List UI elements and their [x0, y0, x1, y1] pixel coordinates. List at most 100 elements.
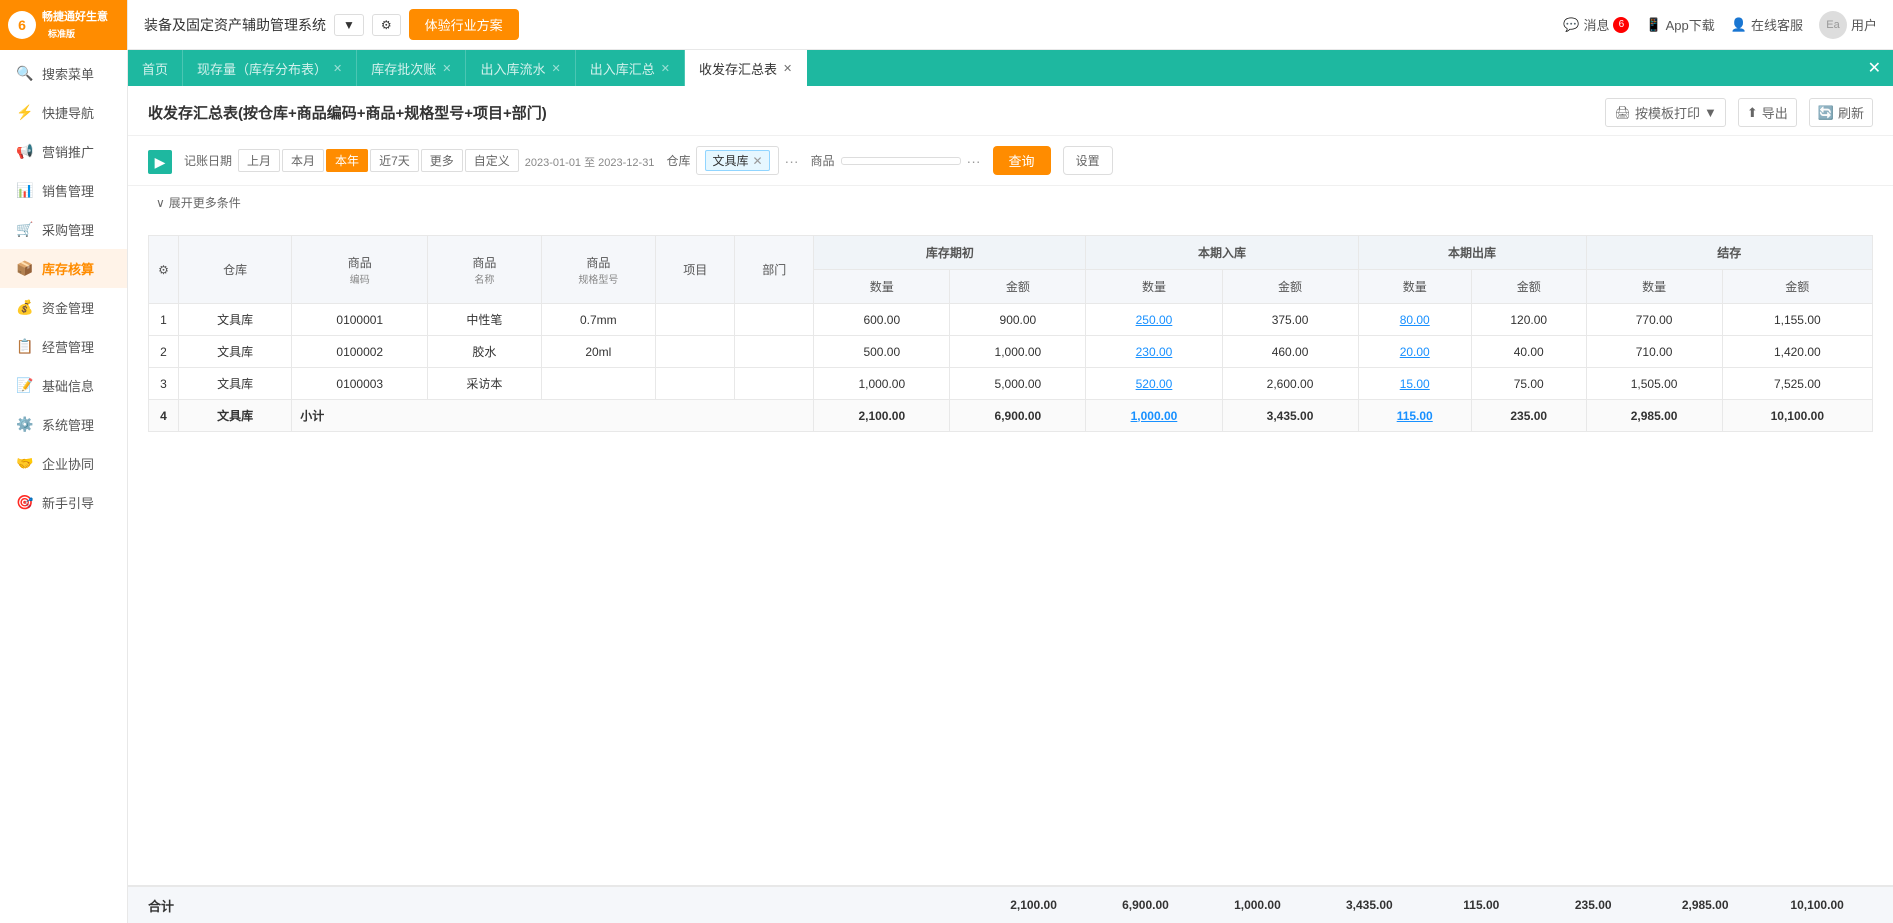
subtotal-in-qty[interactable]: 1,000.00: [1086, 400, 1222, 432]
cell-in-qty[interactable]: 230.00: [1086, 336, 1222, 368]
refresh-label: 刷新: [1838, 103, 1864, 122]
filter-toggle[interactable]: ▶: [148, 150, 172, 174]
basic-icon: 📝: [16, 377, 34, 394]
tab-summary[interactable]: 出入库汇总 ✕: [576, 50, 685, 86]
user-item[interactable]: Ea 用户: [1819, 11, 1877, 39]
tab-summary-close[interactable]: ✕: [661, 62, 670, 75]
close-all-tabs[interactable]: ✕: [1856, 50, 1893, 86]
date-btn-this-month[interactable]: 本月: [282, 149, 324, 172]
tab-home-label: 首页: [142, 59, 168, 78]
cell-out-qty[interactable]: 20.00: [1358, 336, 1471, 368]
tab-flow[interactable]: 出入库流水 ✕: [466, 50, 575, 86]
cell-out-qty[interactable]: 15.00: [1358, 368, 1471, 400]
warehouse-label: 仓库: [666, 152, 690, 169]
user-label: 用户: [1851, 15, 1877, 34]
topbar-left: 装备及固定资产辅助管理系统 ▼ ⚙ 体验行业方案: [144, 9, 519, 40]
query-button[interactable]: 查询: [993, 146, 1051, 175]
cell-out-qty[interactable]: 80.00: [1358, 304, 1471, 336]
date-btn-7days[interactable]: 近7天: [370, 149, 419, 172]
sidebar-item-finance[interactable]: 💰 资金管理: [0, 288, 127, 327]
sidebar-item-label: 基础信息: [42, 376, 94, 395]
main-content: 收发存汇总表(按仓库+商品编码+商品+规格型号+项目+部门) 🖨 按模板打印 ▼…: [128, 86, 1893, 923]
sales-icon: 📊: [16, 182, 34, 199]
sidebar-item-enterprise[interactable]: 🤝 企业协同: [0, 444, 127, 483]
sidebar-item-shortcut[interactable]: ⚡ 快捷导航: [0, 93, 127, 132]
warehouse-tag-label: 文具库: [712, 152, 748, 169]
goods-filter-value[interactable]: [841, 157, 961, 165]
refresh-button[interactable]: 🔄 刷新: [1809, 98, 1873, 127]
sidebar-item-marketing[interactable]: 📢 营销推广: [0, 132, 127, 171]
setting-button[interactable]: 设置: [1063, 146, 1113, 175]
date-btn-custom[interactable]: 自定义: [465, 149, 519, 172]
page-title: 收发存汇总表(按仓库+商品编码+商品+规格型号+项目+部门): [148, 102, 547, 123]
refresh-icon: 🔄: [1818, 105, 1834, 121]
warehouse-filter-value[interactable]: 文具库 ✕: [696, 146, 778, 175]
settings-icon[interactable]: ⚙: [158, 263, 169, 277]
shortcut-icon: ⚡: [16, 104, 34, 121]
warehouse-more-dots[interactable]: ···: [785, 153, 799, 169]
chevron-down-icon: ∨: [156, 196, 165, 210]
th-settings[interactable]: ⚙: [149, 236, 179, 304]
subtotal-balance-amt: 10,100.00: [1722, 400, 1872, 432]
th-in-amt: 金额: [1222, 270, 1358, 304]
messages-label: 消息: [1583, 15, 1609, 34]
system-icon: ⚙️: [16, 416, 34, 433]
tab-summary-label: 出入库汇总: [590, 59, 655, 78]
date-btn-more[interactable]: 更多: [421, 149, 463, 172]
system-title: 装备及固定资产辅助管理系统: [144, 15, 326, 35]
tab-stock-dist-close[interactable]: ✕: [333, 62, 342, 75]
service-icon: 👤: [1731, 17, 1747, 33]
subtotal-label: 小计: [292, 400, 814, 432]
date-btn-last-month[interactable]: 上月: [238, 149, 280, 172]
sidebar: 6 畅捷通好生意 标准版 🔍 搜索菜单 ⚡ 快捷导航 📢 营销推广 📊 销售管理…: [0, 0, 128, 923]
cell-in-qty[interactable]: 520.00: [1086, 368, 1222, 400]
warehouse-tag-close[interactable]: ✕: [752, 154, 762, 168]
logo-icon: 6: [8, 11, 36, 39]
tab-flow-close[interactable]: ✕: [552, 62, 561, 75]
sidebar-item-guide[interactable]: 🎯 新手引导: [0, 483, 127, 522]
filter-area: ▶ 记账日期 上月 本月 本年 近7天 更多 自定义 2023-01-01 至 …: [128, 136, 1893, 186]
settings-button[interactable]: ⚙: [372, 14, 401, 36]
trial-button[interactable]: 体验行业方案: [409, 9, 519, 40]
tab-batch[interactable]: 库存批次账 ✕: [357, 50, 466, 86]
sidebar-item-operations[interactable]: 📋 经营管理: [0, 327, 127, 366]
cell-goods-name: 中性笔: [428, 304, 541, 336]
page-actions: 🖨 按模板打印 ▼ ⬆ 导出 🔄 刷新: [1605, 98, 1873, 127]
footer-out-qty: 115.00: [1425, 898, 1537, 912]
cell-opening-amt: 1,000.00: [950, 336, 1086, 368]
print-button[interactable]: 🖨 按模板打印 ▼: [1605, 98, 1725, 127]
th-project: 项目: [656, 236, 735, 304]
date-btn-this-year[interactable]: 本年: [326, 149, 368, 172]
sidebar-item-sales[interactable]: 📊 销售管理: [0, 171, 127, 210]
online-service-item[interactable]: 👤 在线客服: [1731, 15, 1803, 34]
tab-receive-summary[interactable]: 收发存汇总表 ✕: [685, 50, 807, 86]
subtotal-opening-qty: 2,100.00: [814, 400, 950, 432]
messages-item[interactable]: 💬 消息 6: [1563, 15, 1629, 34]
goods-more-dots[interactable]: ···: [967, 153, 981, 169]
tab-home[interactable]: 首页: [128, 50, 183, 86]
sidebar-item-purchase[interactable]: 🛒 采购管理: [0, 210, 127, 249]
tab-receive-summary-label: 收发存汇总表: [699, 59, 777, 78]
footer-opening-amt: 6,900.00: [1090, 898, 1202, 912]
th-in-qty: 数量: [1086, 270, 1222, 304]
logo-text: 畅捷通好生意: [42, 10, 108, 25]
app-download-item[interactable]: 📱 App下载: [1645, 15, 1714, 34]
sidebar-item-inventory[interactable]: 📦 库存核算: [0, 249, 127, 288]
expand-more-btn[interactable]: ∨ 展开更多条件: [148, 190, 1873, 215]
tab-receive-summary-close[interactable]: ✕: [783, 62, 792, 75]
tab-stock-dist[interactable]: 现存量（库存分布表） ✕: [183, 50, 357, 86]
sidebar-item-basic[interactable]: 📝 基础信息: [0, 366, 127, 405]
cell-goods-code: 0100002: [292, 336, 428, 368]
sidebar-item-system[interactable]: ⚙️ 系统管理: [0, 405, 127, 444]
expand-label: 展开更多条件: [169, 194, 241, 211]
system-selector[interactable]: ▼: [334, 14, 364, 36]
sidebar-item-label: 搜索菜单: [42, 64, 94, 83]
sidebar-item-search[interactable]: 🔍 搜索菜单: [0, 54, 127, 93]
cell-in-qty[interactable]: 250.00: [1086, 304, 1222, 336]
tab-batch-close[interactable]: ✕: [442, 62, 451, 75]
subtotal-out-qty[interactable]: 115.00: [1358, 400, 1471, 432]
cell-goods-name: 采访本: [428, 368, 541, 400]
export-button[interactable]: ⬆ 导出: [1738, 98, 1797, 127]
cell-goods-spec: [541, 368, 656, 400]
date-filter-group: 记账日期 上月 本月 本年 近7天 更多 自定义 2023-01-01 至 20…: [184, 149, 654, 172]
